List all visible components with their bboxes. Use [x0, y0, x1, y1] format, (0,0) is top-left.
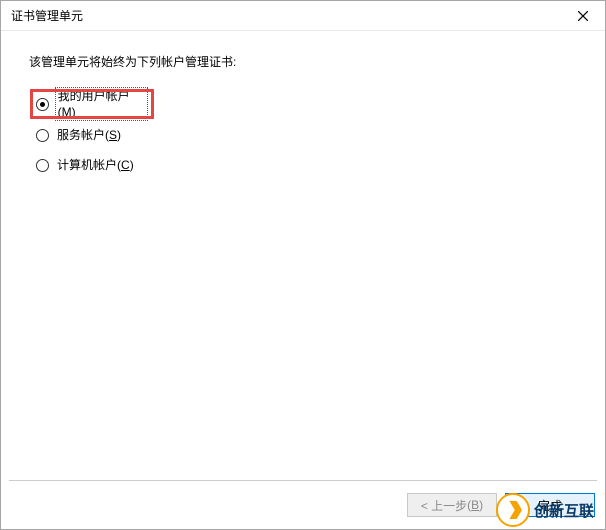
finish-button[interactable]: 完成 [505, 493, 595, 517]
radio-icon [36, 98, 49, 111]
radio-computer-account[interactable]: 计算机帐户(C) [33, 154, 577, 176]
titlebar: 证书管理单元 [1, 1, 605, 31]
radio-icon [36, 129, 49, 142]
radio-group: 我的用户帐户(M) 服务帐户(S) 计算机帐户(C) [33, 92, 577, 176]
dialog-window: 证书管理单元 该管理单元将始终为下列帐户管理证书: 我的用户帐户(M) 服务帐户… [0, 0, 606, 530]
radio-label: 计算机帐户(C) [55, 157, 136, 173]
close-button[interactable] [561, 1, 605, 31]
back-button[interactable]: < 上一步(B) [407, 493, 497, 517]
close-icon [578, 11, 588, 21]
button-bar: < 上一步(B) 完成 [1, 481, 605, 529]
radio-icon [36, 159, 49, 172]
window-title: 证书管理单元 [1, 7, 83, 24]
radio-label: 服务帐户(S) [55, 127, 123, 143]
content-area: 该管理单元将始终为下列帐户管理证书: 我的用户帐户(M) 服务帐户(S) 计算机… [1, 31, 605, 480]
prompt-text: 该管理单元将始终为下列帐户管理证书: [29, 53, 577, 70]
radio-my-user-account[interactable]: 我的用户帐户(M) [33, 92, 151, 116]
radio-service-account[interactable]: 服务帐户(S) [33, 124, 577, 146]
radio-label: 我的用户帐户(M) [55, 87, 148, 121]
